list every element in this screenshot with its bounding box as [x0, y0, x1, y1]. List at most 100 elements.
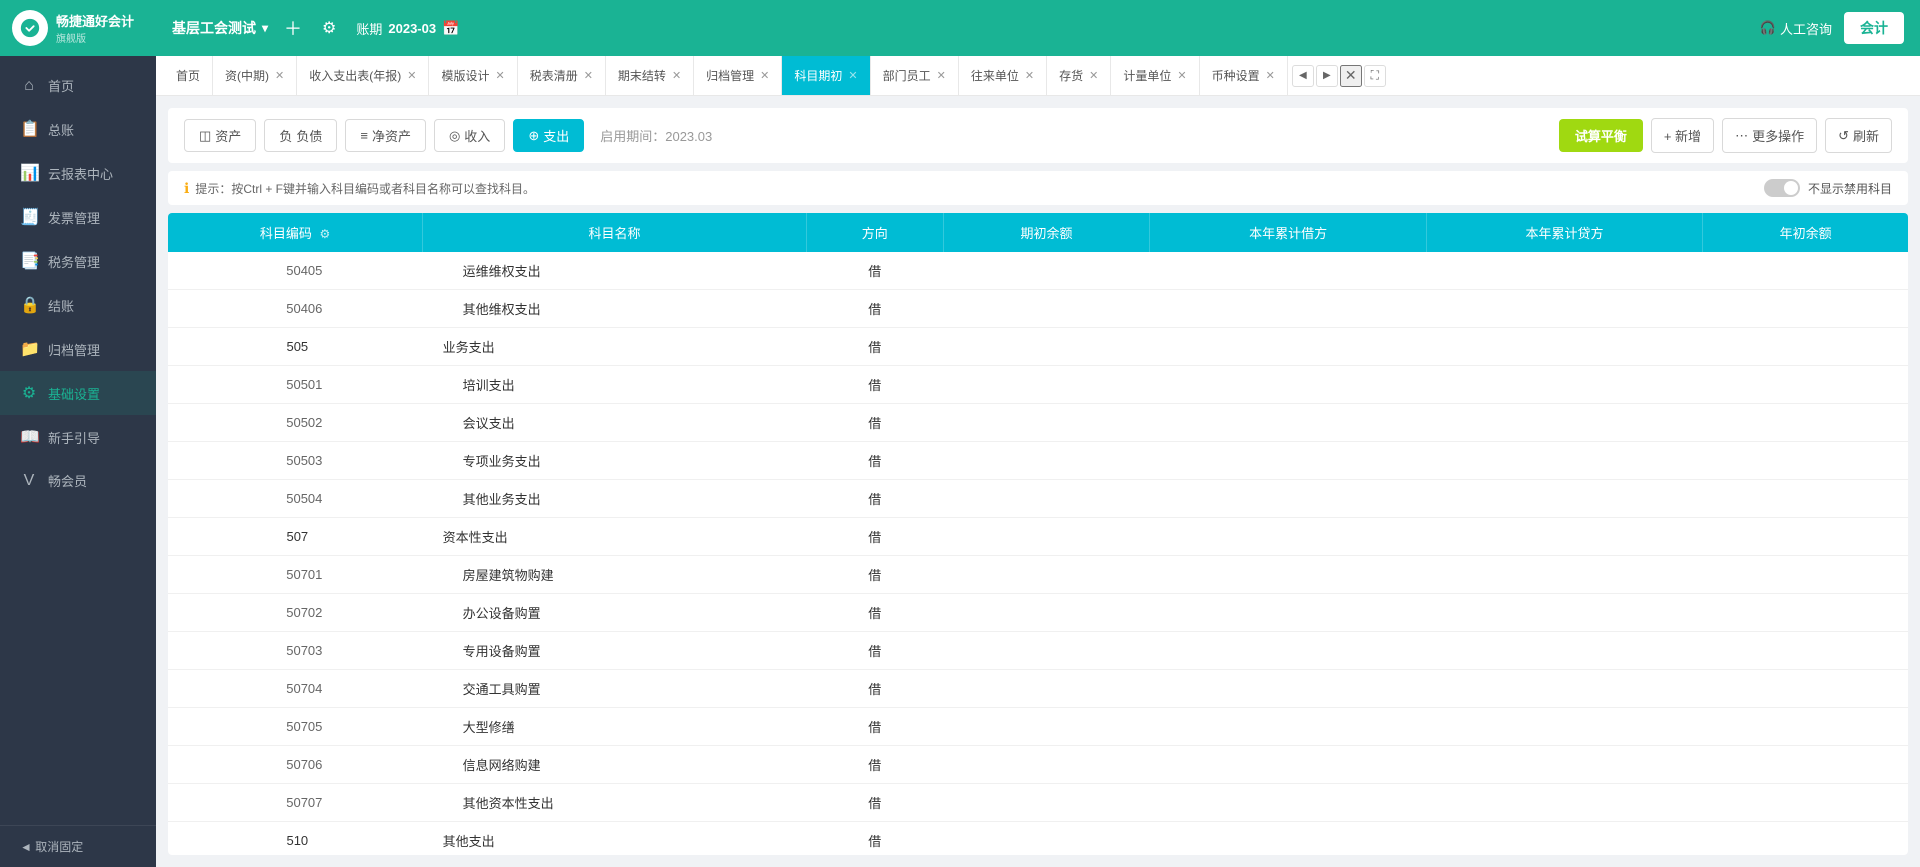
tab-close-all-btn[interactable]: ✕: [1340, 65, 1362, 87]
tab-home[interactable]: 首页: [164, 56, 213, 96]
tab-income[interactable]: 收入支出表(年报)✕: [297, 56, 429, 96]
add-workspace-btn[interactable]: ＋: [280, 15, 306, 41]
tab-archive[interactable]: 归档管理✕: [694, 56, 782, 96]
table-row[interactable]: 50504 其他业务支出 借: [168, 480, 1908, 518]
table-row[interactable]: 50706 信息网络购建 借: [168, 746, 1908, 784]
tab-expand-btn[interactable]: ⛶: [1364, 65, 1386, 87]
tab-close-currency[interactable]: ✕: [1266, 69, 1275, 82]
table-row[interactable]: 507 资本性支出 借: [168, 518, 1908, 556]
company-name: 基层工会测试: [172, 18, 256, 38]
add-btn[interactable]: + 新增: [1651, 118, 1714, 153]
settings-icon[interactable]: ⚙: [318, 18, 340, 38]
table-row[interactable]: 50707 其他资本性支出 借: [168, 784, 1908, 822]
cell-name: 专用设备购置: [423, 632, 807, 670]
sidebar-item-home[interactable]: ⌂ 首页: [0, 64, 156, 107]
table-row[interactable]: 50702 办公设备购置 借: [168, 594, 1908, 632]
tab-interim[interactable]: 资(中期)✕: [213, 56, 297, 96]
column-settings-icon[interactable]: ⚙: [320, 227, 331, 241]
more-btn[interactable]: ⋯ 更多操作: [1722, 118, 1817, 153]
tab-measure[interactable]: 计量单位✕: [1111, 56, 1199, 96]
table-row[interactable]: 510 其他支出 借: [168, 822, 1908, 856]
cell-balance: [943, 480, 1150, 518]
table-row[interactable]: 505 业务支出 借: [168, 328, 1908, 366]
cell-direction: 借: [806, 708, 943, 746]
tab-taxform[interactable]: 税表清册✕: [518, 56, 606, 96]
tab-yearend[interactable]: 期末结转✕: [606, 56, 694, 96]
cell-debit: [1150, 404, 1426, 442]
table-row[interactable]: 50704 交通工具购置 借: [168, 670, 1908, 708]
table-row[interactable]: 50501 培训支出 借: [168, 366, 1908, 404]
tab-close-taxform[interactable]: ✕: [584, 69, 593, 82]
sidebar-label-invoice: 发票管理: [48, 208, 100, 227]
tab-close-units[interactable]: ✕: [1025, 69, 1034, 82]
sidebar-item-invoice[interactable]: 🧾 发票管理: [0, 195, 156, 239]
filter-expense-btn[interactable]: ⊕ 支出: [513, 119, 584, 152]
cell-name: 培训支出: [423, 366, 807, 404]
asset-icon: ◫: [199, 128, 211, 144]
tab-label-currency: 币种设置: [1212, 67, 1260, 84]
filter-asset-btn[interactable]: ◫ 资产: [184, 119, 256, 152]
sidebar-item-ledger[interactable]: 📋 总账: [0, 107, 156, 151]
table-row[interactable]: 50502 会议支出 借: [168, 404, 1908, 442]
cell-debit: [1150, 442, 1426, 480]
tab-close-inventory[interactable]: ✕: [1089, 69, 1098, 82]
sidebar-item-guide[interactable]: 📖 新手引导: [0, 415, 156, 459]
service-btn[interactable]: 🎧 人工咨询: [1760, 19, 1832, 38]
tab-subjects[interactable]: 科目期初✕: [782, 56, 870, 96]
cell-debit: [1150, 290, 1426, 328]
cell-year-balance: [1703, 746, 1908, 784]
subject-table: 科目编码 ⚙ 科目名称 方向 期初余额 本年累计借方 本年累计贷方 年初余额 5…: [168, 213, 1908, 855]
refresh-btn[interactable]: ↺ 刷新: [1825, 118, 1892, 153]
period-label: 账期: [356, 19, 382, 38]
tab-template[interactable]: 模版设计 ✕: [429, 56, 517, 96]
tab-next-btn[interactable]: ▶: [1316, 65, 1338, 87]
filter-equity-btn[interactable]: ≡ 净资产: [345, 119, 426, 152]
table-row[interactable]: 50405 运维维权支出 借: [168, 252, 1908, 290]
sidebar-item-closing[interactable]: 🔒 结账: [0, 283, 156, 327]
cell-credit: [1426, 708, 1702, 746]
filter-income-btn[interactable]: ◎ 收入: [434, 119, 505, 152]
tab-inventory[interactable]: 存货✕: [1047, 56, 1111, 96]
sidebar-collapse-btn[interactable]: ◄ 取消固定: [0, 825, 156, 867]
table-row[interactable]: 50703 专用设备购置 借: [168, 632, 1908, 670]
tab-prev-btn[interactable]: ◀: [1292, 65, 1314, 87]
tab-dept[interactable]: 部门员工✕: [871, 56, 959, 96]
tab-close-dept[interactable]: ✕: [937, 69, 946, 82]
cell-debit: [1150, 252, 1426, 290]
tab-currency[interactable]: 币种设置 ✕: [1200, 56, 1288, 96]
tab-close-archive[interactable]: ✕: [760, 69, 769, 82]
tab-close-measure[interactable]: ✕: [1177, 69, 1186, 82]
tab-label-units: 往来单位: [971, 67, 1019, 84]
table-row[interactable]: 50503 专项业务支出 借: [168, 442, 1908, 480]
sidebar: 畅捷通好会计 旗舰版 ⌂ 首页 📋 总账 📊 云报表中心 🧾 发票管理 📑 税务…: [0, 0, 156, 867]
hint-right: 不显示禁用科目: [1764, 179, 1892, 197]
archive-icon: 📁: [20, 339, 38, 359]
sidebar-item-member[interactable]: V 畅会员: [0, 459, 156, 502]
table-row[interactable]: 50701 房屋建筑物购建 借: [168, 556, 1908, 594]
sidebar-item-reports[interactable]: 📊 云报表中心: [0, 151, 156, 195]
tab-close-yearend[interactable]: ✕: [672, 69, 681, 82]
tab-close-template[interactable]: ✕: [495, 69, 504, 82]
tab-close-subjects[interactable]: ✕: [848, 69, 857, 82]
cell-debit: [1150, 670, 1426, 708]
tab-close-income[interactable]: ✕: [407, 69, 416, 82]
account-button[interactable]: 会计: [1844, 12, 1904, 44]
sidebar-item-archive[interactable]: 📁 归档管理: [0, 327, 156, 371]
tab-close-interim[interactable]: ✕: [275, 69, 284, 82]
table-row[interactable]: 50406 其他维权支出 借: [168, 290, 1908, 328]
sidebar-item-tax[interactable]: 📑 税务管理: [0, 239, 156, 283]
cell-code: 50703: [168, 632, 423, 670]
tab-units[interactable]: 往来单位 ✕: [959, 56, 1047, 96]
disable-toggle[interactable]: [1764, 179, 1800, 197]
cell-credit: [1426, 252, 1702, 290]
table-row[interactable]: 50705 大型修缮 借: [168, 708, 1908, 746]
company-selector[interactable]: 基层工会测试 ▾: [172, 18, 268, 38]
period-selector[interactable]: 账期 2023-03 📅: [356, 19, 459, 38]
tab-label-template: 模版设计: [441, 67, 489, 84]
cell-code: 50701: [168, 556, 423, 594]
cell-name: 信息网络购建: [423, 746, 807, 784]
sidebar-item-settings[interactable]: ⚙ 基础设置: [0, 371, 156, 415]
balance-btn[interactable]: 试算平衡: [1559, 119, 1643, 152]
filter-liability-btn[interactable]: 负 负债: [264, 119, 337, 152]
cell-code: 50406: [168, 290, 423, 328]
